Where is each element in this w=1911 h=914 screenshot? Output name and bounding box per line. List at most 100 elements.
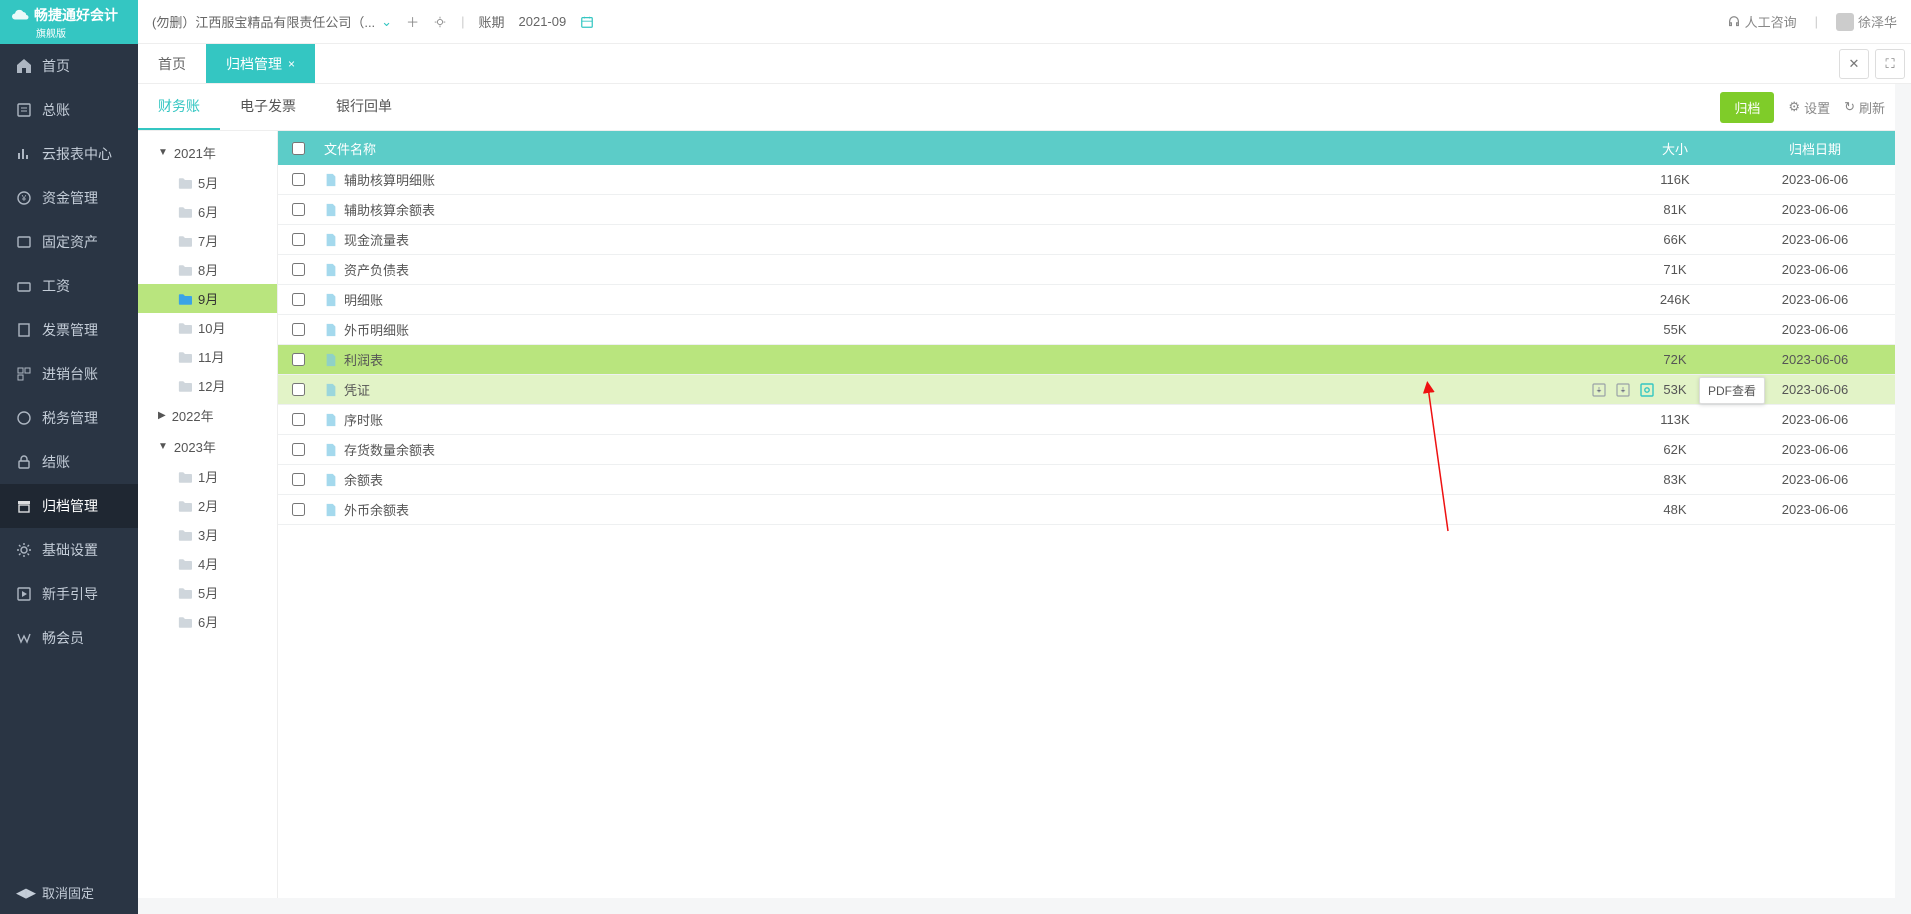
tree-month[interactable]: 2月 — [138, 491, 277, 520]
row-checkbox[interactable] — [292, 323, 305, 336]
row-checkbox[interactable] — [292, 293, 305, 306]
folder-icon — [178, 587, 192, 599]
file-icon — [324, 413, 338, 427]
tab-archive[interactable]: 归档管理 × — [206, 44, 315, 83]
archive-date: 2023-06-06 — [1735, 352, 1895, 367]
tree-year-2023[interactable]: ▼2023年 — [138, 431, 277, 462]
nav-guide[interactable]: 新手引导 — [0, 572, 138, 616]
nav-salary[interactable]: 工资 — [0, 264, 138, 308]
tab-home[interactable]: 首页 — [138, 44, 206, 83]
select-all-checkbox[interactable] — [292, 142, 305, 155]
file-size: 246K — [1615, 292, 1735, 307]
table-row[interactable]: 外币余额表48K2023-06-06 — [278, 495, 1895, 525]
tree-month[interactable]: 9月 — [138, 284, 277, 313]
archive-icon — [16, 498, 32, 514]
company-selector[interactable]: (勿删）江西服宝精品有限责任公司（... ⌄ — [152, 12, 392, 31]
close-all-button[interactable]: ✕ — [1839, 49, 1869, 79]
file-grid: 文件名称 大小 归档日期 辅助核算明细账116K2023-06-06辅助核算余额… — [278, 131, 1895, 898]
invoice-icon — [16, 322, 32, 338]
caret-down-icon: ▼ — [158, 147, 168, 158]
file-name: 存货数量余额表 — [344, 440, 435, 459]
tree-month[interactable]: 10月 — [138, 313, 277, 342]
tree-year-2021[interactable]: ▼2021年 — [138, 137, 277, 168]
file-icon — [324, 293, 338, 307]
nav-archive[interactable]: 归档管理 — [0, 484, 138, 528]
nav-ledger[interactable]: 总账 — [0, 88, 138, 132]
table-row[interactable]: 利润表72K2023-06-06 — [278, 345, 1895, 375]
download-pdf-icon[interactable] — [1615, 382, 1631, 398]
view-pdf-icon[interactable] — [1639, 382, 1655, 398]
tree-month[interactable]: 11月 — [138, 342, 277, 371]
nav-assets[interactable]: 固定资产 — [0, 220, 138, 264]
subtab-finance[interactable]: 财务账 — [138, 84, 220, 130]
archive-button[interactable]: 归档 — [1720, 92, 1774, 123]
tree-month[interactable]: 1月 — [138, 462, 277, 491]
tree-month[interactable]: 8月 — [138, 255, 277, 284]
nav: 首页 总账 云报表中心 ¥资金管理 固定资产 工资 发票管理 进销台账 税务管理… — [0, 44, 138, 871]
table-row[interactable]: 辅助核算明细账116K2023-06-06 — [278, 165, 1895, 195]
row-checkbox[interactable] — [292, 503, 305, 516]
fullscreen-button[interactable]: ⛶ — [1875, 49, 1905, 79]
nav-funds[interactable]: ¥资金管理 — [0, 176, 138, 220]
lock-icon — [16, 454, 32, 470]
row-checkbox[interactable] — [292, 413, 305, 426]
subtab-einvoice[interactable]: 电子发票 — [220, 84, 316, 130]
close-icon[interactable]: × — [288, 57, 295, 71]
sidebar: 畅捷通好会计 旗舰版 首页 总账 云报表中心 ¥资金管理 固定资产 工资 发票管… — [0, 0, 138, 914]
table-row[interactable]: 余额表83K2023-06-06 — [278, 465, 1895, 495]
nav-tax[interactable]: 税务管理 — [0, 396, 138, 440]
nav-reports[interactable]: 云报表中心 — [0, 132, 138, 176]
support-button[interactable]: 人工咨询 — [1727, 12, 1797, 31]
file-icon — [324, 323, 338, 337]
salary-icon — [16, 278, 32, 294]
subtab-bankslip[interactable]: 银行回单 — [316, 84, 412, 130]
period-value[interactable]: 2021-09 — [519, 14, 567, 29]
tree-month[interactable]: 6月 — [138, 607, 277, 636]
file-icon — [324, 503, 338, 517]
table-row[interactable]: 凭证PDF查看53K2023-06-06 — [278, 375, 1895, 405]
table-row[interactable]: 序时账113K2023-06-06 — [278, 405, 1895, 435]
calendar-icon[interactable] — [580, 15, 594, 29]
add-icon[interactable]: ＋ — [406, 12, 419, 31]
file-name: 外币明细账 — [344, 320, 409, 339]
config-icon[interactable] — [433, 15, 447, 29]
table-row[interactable]: 资产负债表71K2023-06-06 — [278, 255, 1895, 285]
nav-stock[interactable]: 进销台账 — [0, 352, 138, 396]
table-row[interactable]: 现金流量表66K2023-06-06 — [278, 225, 1895, 255]
nav-invoice[interactable]: 发票管理 — [0, 308, 138, 352]
file-icon — [324, 263, 338, 277]
row-checkbox[interactable] — [292, 383, 305, 396]
table-row[interactable]: 明细账246K2023-06-06 — [278, 285, 1895, 315]
chart-icon — [16, 146, 32, 162]
table-row[interactable]: 外币明细账55K2023-06-06 — [278, 315, 1895, 345]
play-icon — [16, 586, 32, 602]
tree-month[interactable]: 7月 — [138, 226, 277, 255]
refresh-link[interactable]: ↻刷新 — [1844, 98, 1885, 117]
row-checkbox[interactable] — [292, 263, 305, 276]
tree-month[interactable]: 4月 — [138, 549, 277, 578]
row-checkbox[interactable] — [292, 473, 305, 486]
file-name: 辅助核算明细账 — [344, 170, 435, 189]
row-checkbox[interactable] — [292, 443, 305, 456]
user-menu[interactable]: 徐泽华 — [1836, 12, 1897, 31]
settings-link[interactable]: ⚙设置 — [1788, 98, 1830, 117]
nav-closing[interactable]: 结账 — [0, 440, 138, 484]
toggle-pin[interactable]: ◀▶ 取消固定 — [0, 871, 138, 914]
tree-month[interactable]: 3月 — [138, 520, 277, 549]
tree-month[interactable]: 12月 — [138, 371, 277, 400]
table-row[interactable]: 辅助核算余额表81K2023-06-06 — [278, 195, 1895, 225]
row-checkbox[interactable] — [292, 173, 305, 186]
tree-month[interactable]: 5月 — [138, 168, 277, 197]
tree-month[interactable]: 6月 — [138, 197, 277, 226]
tree-year-2022[interactable]: ▶2022年 — [138, 400, 277, 431]
row-checkbox[interactable] — [292, 233, 305, 246]
row-checkbox[interactable] — [292, 353, 305, 366]
nav-home[interactable]: 首页 — [0, 44, 138, 88]
nav-member[interactable]: 畅会员 — [0, 616, 138, 660]
row-checkbox[interactable] — [292, 203, 305, 216]
nav-settings[interactable]: 基础设置 — [0, 528, 138, 572]
tree-month[interactable]: 5月 — [138, 578, 277, 607]
table-row[interactable]: 存货数量余额表62K2023-06-06 — [278, 435, 1895, 465]
file-icon — [324, 443, 338, 457]
download-excel-icon[interactable] — [1591, 382, 1607, 398]
